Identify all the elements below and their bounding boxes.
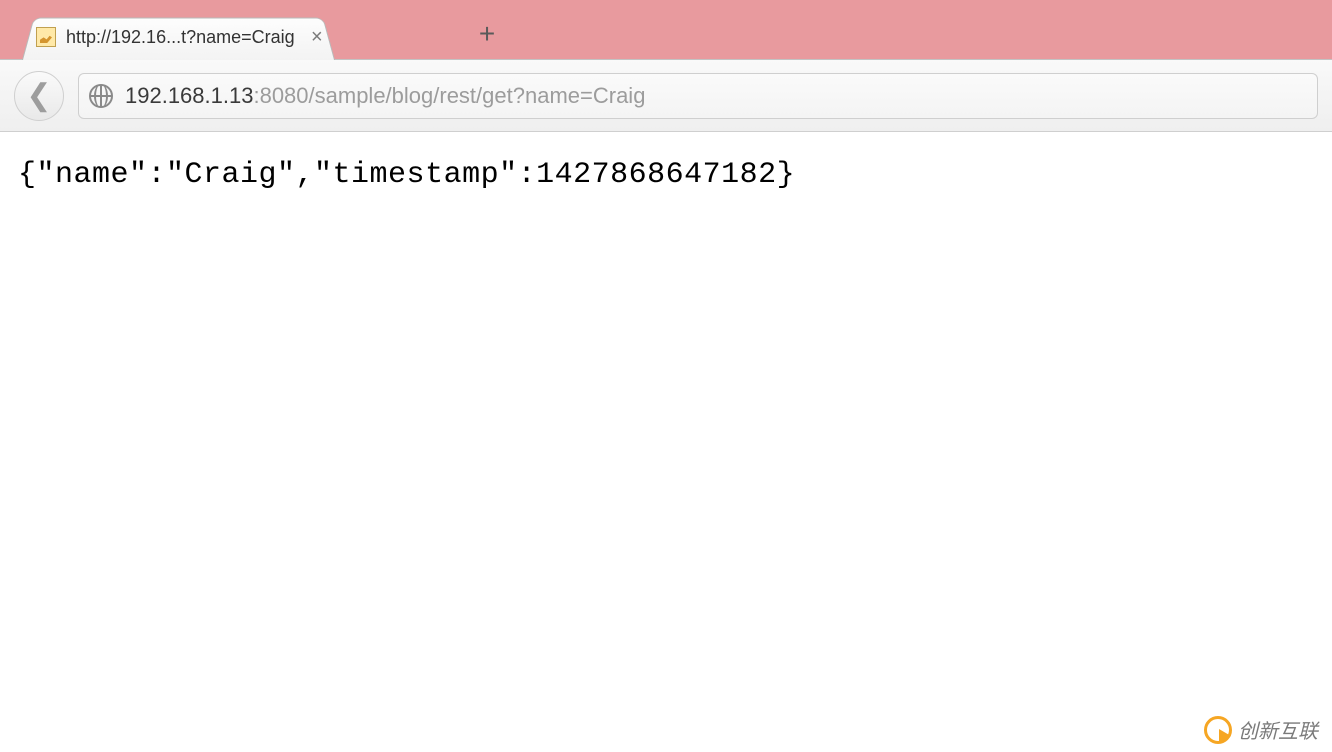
response-body: {"name":"Craig","timestamp":142786864718… — [18, 158, 795, 192]
watermark-logo-icon — [1204, 716, 1232, 744]
watermark-text: 创新互联 — [1238, 715, 1318, 744]
tab-strip: http://192.16...t?name=Craig × + — [0, 0, 1332, 60]
toolbar: ❮ 192.168.1.13:8080/sample/blog/rest/get… — [0, 60, 1332, 132]
back-button[interactable]: ❮ — [14, 71, 64, 121]
address-text: 192.168.1.13:8080/sample/blog/rest/get?n… — [125, 83, 645, 109]
arrow-left-icon: ❮ — [26, 78, 51, 113]
watermark: 创新互联 — [1204, 715, 1318, 744]
address-host: 192.168.1.13 — [125, 83, 253, 108]
new-tab-button[interactable]: + — [470, 21, 504, 51]
address-bar[interactable]: 192.168.1.13:8080/sample/blog/rest/get?n… — [78, 73, 1318, 119]
tomcat-favicon-icon — [36, 27, 56, 47]
page-content: {"name":"Craig","timestamp":142786864718… — [0, 132, 1332, 218]
close-tab-icon[interactable]: × — [311, 27, 323, 47]
address-path: :8080/sample/blog/rest/get?name=Craig — [253, 83, 645, 108]
browser-tab[interactable]: http://192.16...t?name=Craig × — [22, 14, 335, 60]
tab-title: http://192.16...t?name=Craig — [66, 27, 295, 48]
globe-icon — [89, 84, 113, 108]
